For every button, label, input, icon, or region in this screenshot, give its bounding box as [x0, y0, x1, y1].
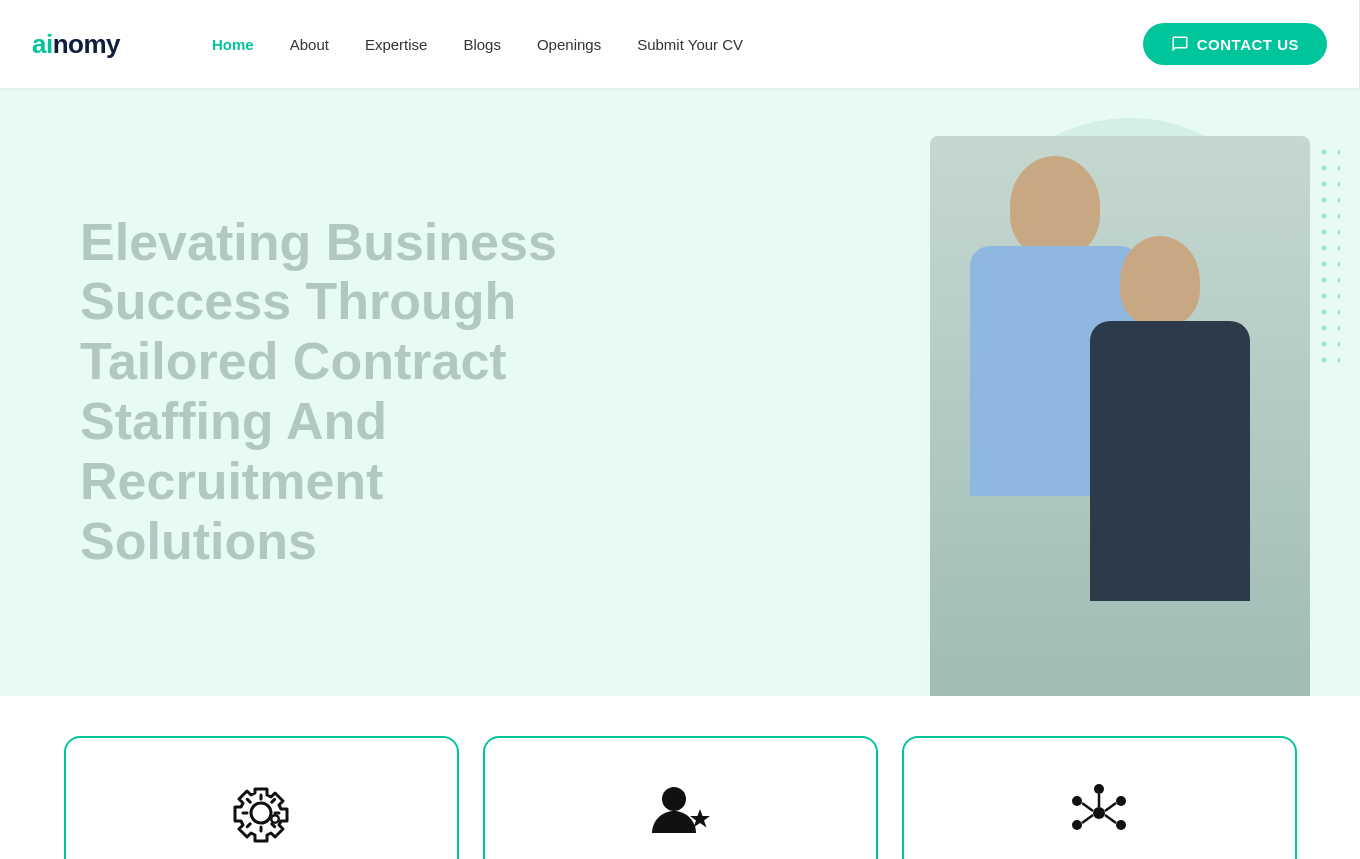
logo[interactable]: ainomy: [32, 29, 172, 60]
nav-link-home[interactable]: Home: [212, 36, 254, 53]
nav-links: Home About Expertise Blogs Openings Submit Yo…: [212, 36, 1143, 53]
svg-point-9: [1116, 796, 1126, 806]
cards-section: Specialized Sectors Tailored Strategies …: [0, 696, 1360, 859]
svg-point-10: [1072, 820, 1082, 830]
card-specialized-sectors: Specialized Sectors: [64, 736, 459, 859]
contact-us-label: CONTACT US: [1197, 36, 1299, 53]
card-tailored-strategies: Tailored Strategies: [483, 736, 878, 859]
svg-point-12: [1094, 784, 1104, 794]
svg-point-2: [251, 803, 271, 823]
navbar: ainomy Home About Expertise Blogs Openings Su…: [0, 0, 1360, 88]
hero-content: Elevating Business Success Through Tailo…: [0, 153, 680, 632]
people-placeholder: [930, 136, 1310, 696]
nav-link-blogs[interactable]: Blogs: [463, 36, 501, 53]
person2-body: [1090, 321, 1250, 601]
hero-section: Elevating Business Success Through Tailo…: [0, 88, 1360, 696]
svg-point-5: [662, 787, 686, 811]
svg-point-4: [273, 817, 278, 822]
nav-link-about[interactable]: About: [290, 36, 329, 53]
person2-head: [1120, 236, 1200, 326]
logo-ai: ai: [32, 29, 53, 59]
hero-people-image: [930, 116, 1310, 696]
card-extensive-network: Extensive Network: [902, 736, 1297, 859]
person-star-icon: [645, 778, 715, 848]
gear-circuit-icon: [226, 778, 296, 848]
svg-line-16: [1082, 815, 1093, 823]
person1-head: [1010, 156, 1100, 256]
svg-line-17: [1105, 815, 1116, 823]
hero-title: Elevating Business Success Through Tailo…: [80, 213, 600, 572]
nav-link-expertise[interactable]: Expertise: [365, 36, 428, 53]
contact-us-button[interactable]: CONTACT US: [1143, 23, 1327, 65]
nav-link-openings[interactable]: Openings: [537, 36, 601, 53]
network-icon: [1064, 778, 1134, 848]
nav-link-submit-your-cv[interactable]: Submit Your CV: [637, 36, 743, 53]
svg-line-14: [1082, 803, 1093, 811]
svg-point-11: [1116, 820, 1126, 830]
svg-point-8: [1072, 796, 1082, 806]
svg-point-7: [1093, 807, 1105, 819]
svg-line-15: [1105, 803, 1116, 811]
chat-icon: [1171, 35, 1189, 53]
logo-nomy: nomy: [53, 29, 120, 59]
